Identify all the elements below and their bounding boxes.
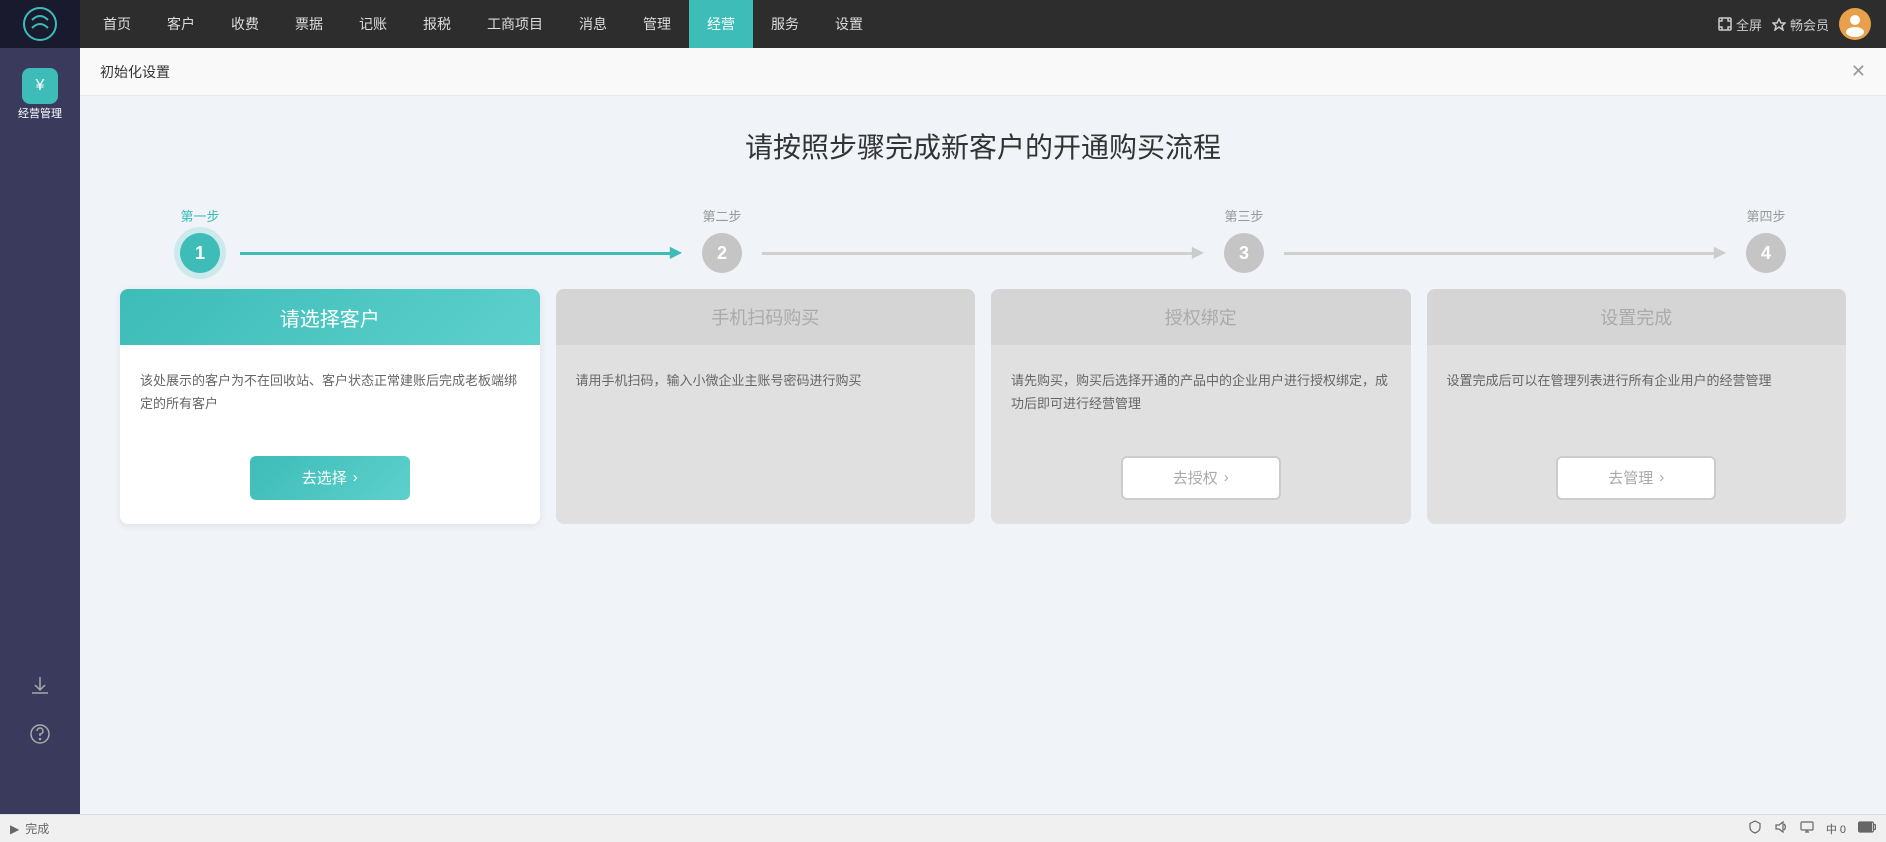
step-2: 第二步 2 bbox=[682, 206, 762, 273]
nav-item-message[interactable]: 消息 bbox=[561, 0, 625, 48]
nav-item-business[interactable]: 工商项目 bbox=[469, 0, 561, 48]
top-navigation: 首页 客户 收费 票据 记账 报税 工商项目 消息 管理 经营 服务 设置 全屏… bbox=[0, 0, 1886, 48]
step-1-label: 第一步 bbox=[180, 206, 219, 225]
nav-item-tax[interactable]: 报税 bbox=[405, 0, 469, 48]
step-line-3: ▶ bbox=[1284, 212, 1726, 273]
card-3-header: 授权绑定 bbox=[991, 289, 1411, 345]
step-4-label: 第四步 bbox=[1746, 206, 1785, 225]
nav-item-customer[interactable]: 客户 bbox=[149, 0, 213, 48]
close-button[interactable]: ✕ bbox=[1851, 61, 1866, 82]
nav-item-billing[interactable]: 收费 bbox=[213, 0, 277, 48]
card-3-body: 请先购买，购买后选择开通的产品中的企业用户进行授权绑定，成功后即可进行经营管理 bbox=[991, 345, 1411, 440]
card-2-footer bbox=[556, 484, 976, 524]
step-2-label: 第二步 bbox=[702, 206, 741, 225]
card-4-footer: 去管理 › bbox=[1427, 440, 1847, 524]
step-card-1: 请选择客户 该处展示的客户为不在回收站、客户状态正常建账后完成老板端绑定的所有客… bbox=[120, 289, 540, 524]
nav-item-home[interactable]: 首页 bbox=[85, 0, 149, 48]
step-3: 第三步 3 bbox=[1204, 206, 1284, 273]
user-avatar[interactable] bbox=[1839, 8, 1871, 40]
card-4-body: 设置完成后可以在管理列表进行所有企业用户的经营管理 bbox=[1427, 345, 1847, 440]
status-ime: 中 0 bbox=[1826, 821, 1846, 837]
step-4-circle: 4 bbox=[1746, 233, 1786, 273]
step-3-circle: 3 bbox=[1224, 233, 1264, 273]
status-left: ▶ 完成 bbox=[10, 820, 49, 837]
nav-right-actions: 全屏 畅会员 bbox=[1718, 8, 1871, 40]
step-card-3: 授权绑定 请先购买，购买后选择开通的产品中的企业用户进行授权绑定，成功后即可进行… bbox=[991, 289, 1411, 524]
sidebar-bottom-actions bbox=[0, 666, 80, 754]
nav-item-admin[interactable]: 管理 bbox=[625, 0, 689, 48]
card-2-header: 手机扫码购买 bbox=[556, 289, 976, 345]
nav-item-invoice[interactable]: 票据 bbox=[277, 0, 341, 48]
status-shield-icon bbox=[1748, 820, 1762, 837]
operation-icon: ¥ bbox=[22, 68, 58, 104]
status-text: 完成 bbox=[25, 820, 49, 837]
step-3-label: 第三步 bbox=[1224, 206, 1263, 225]
sidebar-support[interactable] bbox=[0, 714, 80, 754]
nav-item-bookkeeping[interactable]: 记账 bbox=[341, 0, 405, 48]
step-2-circle: 2 bbox=[702, 233, 742, 273]
status-bar: ▶ 完成 中 0 bbox=[0, 814, 1886, 842]
step-cards: 请选择客户 该处展示的客户为不在回收站、客户状态正常建账后完成老板端绑定的所有客… bbox=[120, 289, 1846, 524]
card-3-footer: 去授权 › bbox=[991, 440, 1411, 524]
vip-button[interactable]: 畅会员 bbox=[1772, 15, 1829, 34]
step-card-2: 手机扫码购买 请用手机扫码，输入小微企业主账号密码进行购买 bbox=[556, 289, 976, 524]
step-line-2: ▶ bbox=[762, 212, 1204, 273]
nav-item-service[interactable]: 服务 bbox=[753, 0, 817, 48]
page-header: 初始化设置 ✕ bbox=[80, 48, 1886, 96]
card-1-btn[interactable]: 去选择 › bbox=[250, 456, 410, 500]
left-sidebar: ¥ 经营管理 bbox=[0, 48, 80, 814]
app-logo bbox=[0, 0, 80, 48]
card-3-btn[interactable]: 去授权 › bbox=[1121, 456, 1281, 500]
page-title: 初始化设置 bbox=[100, 62, 170, 82]
step-line-1: ▶ bbox=[240, 212, 682, 273]
fullscreen-button[interactable]: 全屏 bbox=[1718, 15, 1762, 34]
play-icon: ▶ bbox=[10, 822, 19, 836]
nav-item-operation[interactable]: 经营 bbox=[689, 0, 753, 48]
step-1: 第一步 1 bbox=[160, 206, 240, 273]
status-sound-icon bbox=[1774, 820, 1788, 837]
sidebar-item-operation[interactable]: ¥ 经营管理 bbox=[0, 58, 80, 131]
card-1-footer: 去选择 › bbox=[120, 440, 540, 524]
status-right: 中 0 bbox=[1748, 820, 1876, 837]
step-1-circle: 1 bbox=[180, 233, 220, 273]
step-4: 第四步 4 bbox=[1726, 206, 1806, 273]
nav-menu: 首页 客户 收费 票据 记账 报税 工商项目 消息 管理 经营 服务 设置 bbox=[85, 0, 1718, 48]
steps-timeline: 第一步 1 ▶ 第二步 2 ▶ bbox=[120, 206, 1846, 273]
main-content: 初始化设置 ✕ 请按照步骤完成新客户的开通购买流程 第一步 1 ▶ 第二步 bbox=[80, 48, 1886, 814]
step-card-4: 设置完成 设置完成后可以在管理列表进行所有企业用户的经营管理 去管理 › bbox=[1427, 289, 1847, 524]
wizard-container: 请按照步骤完成新客户的开通购买流程 第一步 1 ▶ 第二步 2 bbox=[80, 96, 1886, 814]
card-4-header: 设置完成 bbox=[1427, 289, 1847, 345]
wizard-title: 请按照步骤完成新客户的开通购买流程 bbox=[120, 126, 1846, 166]
status-screen-icon bbox=[1800, 820, 1814, 837]
sidebar-download[interactable] bbox=[0, 666, 80, 706]
card-2-body: 请用手机扫码，输入小微企业主账号密码进行购买 bbox=[556, 345, 976, 484]
card-1-header: 请选择客户 bbox=[120, 289, 540, 345]
status-battery bbox=[1858, 821, 1876, 836]
card-1-body: 该处展示的客户为不在回收站、客户状态正常建账后完成老板端绑定的所有客户 bbox=[120, 345, 540, 440]
nav-item-settings[interactable]: 设置 bbox=[817, 0, 881, 48]
card-4-btn[interactable]: 去管理 › bbox=[1556, 456, 1716, 500]
